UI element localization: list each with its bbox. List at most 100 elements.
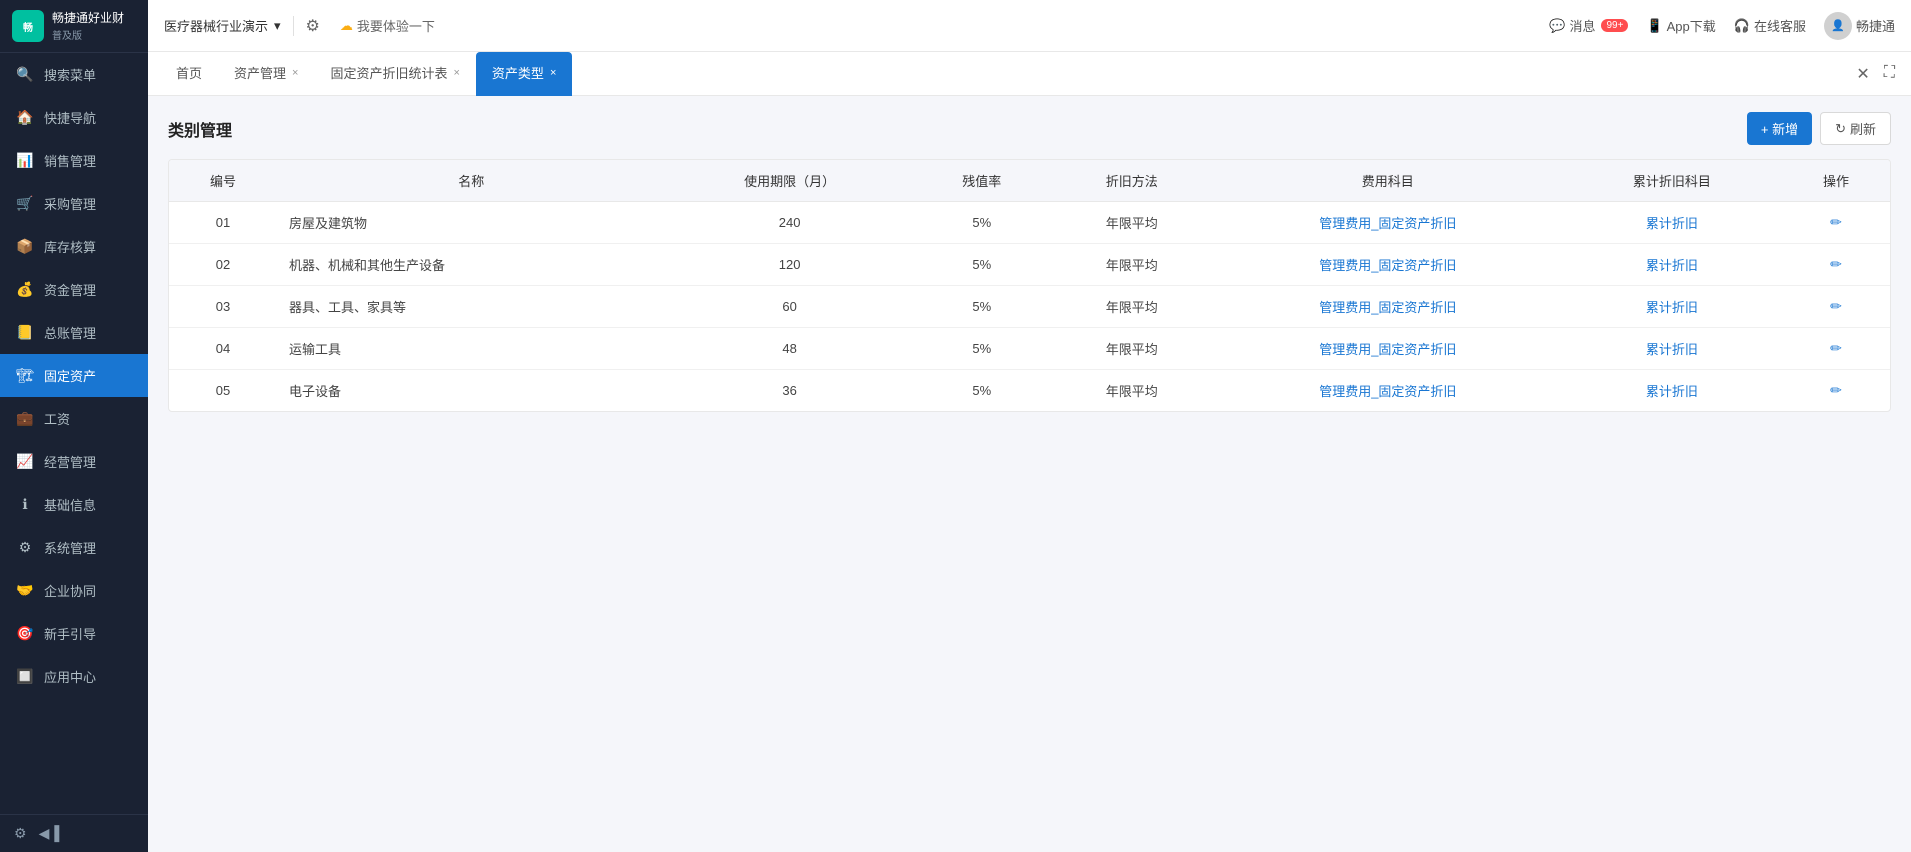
- sidebar-label-ledger: 总账管理: [44, 323, 96, 342]
- sidebar-item-fixed-assets[interactable]: 🏗固定资产: [0, 354, 148, 397]
- nav-list: 🔍搜索菜单🏠快捷导航📊销售管理 🛒 采购管理 📦 库存核算 💰资金管理 📒 总账管理 🏗固定资产…: [0, 53, 148, 814]
- salary-icon: 💼: [16, 410, 34, 428]
- refresh-button[interactable]: ↻ 刷新: [1820, 112, 1891, 145]
- table-row: 02 机器、机械和其他生产设备 120 5% 年限平均 管理费用_固定资产折旧 …: [169, 244, 1890, 286]
- edit-icon[interactable]: ✏: [1830, 382, 1842, 398]
- sidebar-item-capital[interactable]: 💰资金管理: [0, 268, 148, 311]
- service-icon: 🎧: [1734, 18, 1750, 34]
- cell-residual: 5%: [914, 202, 1050, 244]
- logo-text: 畅捷通好业财: [52, 10, 124, 27]
- sidebar-label-purchase: 采购管理: [44, 194, 96, 213]
- sidebar-label-inventory: 库存核算: [44, 237, 96, 256]
- col-header: 折旧方法: [1050, 160, 1214, 202]
- edit-icon[interactable]: ✏: [1830, 298, 1842, 314]
- workspace-selector[interactable]: 医疗器械行业演示 ▾: [164, 16, 281, 35]
- online-service-button[interactable]: 🎧 在线客服: [1734, 16, 1806, 35]
- experience-label: 我要体验一下: [357, 16, 435, 35]
- ledger-icon: 📒: [16, 324, 34, 342]
- col-header: 累计折旧科目: [1562, 160, 1782, 202]
- message-icon: 💬: [1549, 18, 1565, 34]
- sidebar-item-inventory[interactable]: 📦 库存核算: [0, 225, 148, 268]
- cell-id: 05: [169, 370, 277, 412]
- guide-icon: 🎯: [16, 625, 34, 643]
- cell-name: 机器、机械和其他生产设备: [277, 244, 666, 286]
- edit-icon[interactable]: ✏: [1830, 214, 1842, 230]
- user-profile[interactable]: 👤 畅捷通: [1824, 12, 1895, 40]
- cell-id: 01: [169, 202, 277, 244]
- new-button[interactable]: + 新增: [1747, 112, 1812, 145]
- edit-icon[interactable]: ✏: [1830, 340, 1842, 356]
- enterprise-icon: 🤝: [16, 582, 34, 600]
- col-header: 名称: [277, 160, 666, 202]
- cell-action: ✏: [1782, 202, 1890, 244]
- cell-method: 年限平均: [1050, 328, 1214, 370]
- sidebar-item-purchase[interactable]: 🛒 采购管理: [0, 182, 148, 225]
- topbar-settings-icon[interactable]: ⚙: [306, 16, 320, 36]
- search-icon: 🔍: [16, 66, 34, 84]
- sidebar-item-basic-info[interactable]: ℹ 基础信息: [0, 483, 148, 526]
- sidebar-label-fixed-assets: 固定资产: [44, 366, 96, 385]
- tab-close-asset-type[interactable]: ×: [550, 67, 556, 79]
- cell-expense: 管理费用_固定资产折旧: [1214, 370, 1562, 412]
- sidebar-item-quick-nav[interactable]: 🏠快捷导航: [0, 96, 148, 139]
- edit-icon[interactable]: ✏: [1830, 256, 1842, 272]
- avatar: 👤: [1824, 12, 1852, 40]
- tab-home[interactable]: 首页: [160, 52, 218, 96]
- sidebar-label-quick-nav: 快捷导航: [44, 108, 96, 127]
- sidebar-label-basic-info: 基础信息: [44, 495, 96, 514]
- topbar-right: 💬 消息 99+ 📱 App下载 🎧 在线客服 👤 畅捷通: [1549, 12, 1895, 40]
- close-tab-icon[interactable]: ✕: [1852, 60, 1873, 88]
- cell-residual: 5%: [914, 286, 1050, 328]
- category-table: 编号名称使用期限（月）残值率折旧方法费用科目累计折旧科目操作 01 房屋及建筑物…: [169, 160, 1890, 411]
- table-row: 03 器具、工具、家具等 60 5% 年限平均 管理费用_固定资产折旧 累计折旧…: [169, 286, 1890, 328]
- basic-info-icon: ℹ: [16, 496, 34, 514]
- cell-id: 02: [169, 244, 277, 286]
- tab-fixed-asset-table[interactable]: 固定资产折旧统计表×: [314, 52, 475, 96]
- sidebar-label-guide: 新手引导: [44, 624, 96, 643]
- cell-name: 运输工具: [277, 328, 666, 370]
- tab-close-asset-mgmt[interactable]: ×: [292, 67, 298, 79]
- table-header: 编号名称使用期限（月）残值率折旧方法费用科目累计折旧科目操作: [169, 160, 1890, 202]
- sidebar-item-operations[interactable]: 📈经营管理: [0, 440, 148, 483]
- experience-button[interactable]: ☁ 我要体验一下: [340, 16, 435, 35]
- purchase-icon: 🛒: [16, 195, 34, 213]
- sidebar-item-ledger[interactable]: 📒 总账管理: [0, 311, 148, 354]
- sidebar-label-app-center: 应用中心: [44, 667, 96, 686]
- table-row: 01 房屋及建筑物 240 5% 年限平均 管理费用_固定资产折旧 累计折旧 ✏: [169, 202, 1890, 244]
- sidebar-item-system[interactable]: ⚙系统管理: [0, 526, 148, 569]
- cell-period: 120: [666, 244, 914, 286]
- sidebar-item-search[interactable]: 🔍搜索菜单: [0, 53, 148, 96]
- sidebar: 畅 畅捷通好业财 普及版 🔍搜索菜单🏠快捷导航📊销售管理🛒采购管理📦库存核算💰资…: [0, 0, 148, 852]
- tab-asset-type[interactable]: 资产类型 ×: [476, 52, 572, 96]
- cell-expense: 管理费用_固定资产折旧: [1214, 202, 1562, 244]
- cell-accumulated: 累计折旧: [1562, 286, 1782, 328]
- workspace-dropdown-icon: ▾: [274, 18, 281, 34]
- topbar-divider: [293, 16, 294, 36]
- sidebar-item-enterprise[interactable]: 🤝 企业协同: [0, 569, 148, 612]
- collapse-icon[interactable]: ◀▐: [39, 825, 60, 842]
- app-download-label: App下载: [1667, 16, 1716, 35]
- col-header: 使用期限（月）: [666, 160, 914, 202]
- messages-badge: 99+: [1601, 19, 1628, 32]
- settings-bottom-icon[interactable]: ⚙: [14, 825, 27, 842]
- sidebar-label-operations: 经营管理: [44, 452, 96, 471]
- sidebar-item-app-center[interactable]: 🔲应用中心: [0, 655, 148, 698]
- tab-asset-mgmt[interactable]: 资产管理×: [218, 52, 314, 96]
- cell-method: 年限平均: [1050, 370, 1214, 412]
- sidebar-item-sales[interactable]: 📊销售管理: [0, 139, 148, 182]
- inventory-icon: 📦: [16, 238, 34, 256]
- cell-period: 60: [666, 286, 914, 328]
- cell-action: ✏: [1782, 286, 1890, 328]
- maximize-icon[interactable]: ⛶: [1880, 60, 1899, 88]
- cell-period: 36: [666, 370, 914, 412]
- sidebar-item-salary[interactable]: 💼工资: [0, 397, 148, 440]
- messages-button[interactable]: 💬 消息 99+: [1549, 16, 1628, 35]
- tab-label-asset-type: 资产类型: [492, 63, 544, 82]
- tab-close-fixed-asset-table[interactable]: ×: [453, 67, 459, 79]
- sidebar-label-enterprise: 企业协同: [44, 581, 96, 600]
- sidebar-label-system: 系统管理: [44, 538, 96, 557]
- page-header: 类别管理 + 新增 ↻ 刷新: [168, 112, 1891, 145]
- table-body: 01 房屋及建筑物 240 5% 年限平均 管理费用_固定资产折旧 累计折旧 ✏…: [169, 202, 1890, 412]
- sidebar-item-guide[interactable]: 🎯 新手引导: [0, 612, 148, 655]
- app-download-button[interactable]: 📱 App下载: [1646, 16, 1715, 35]
